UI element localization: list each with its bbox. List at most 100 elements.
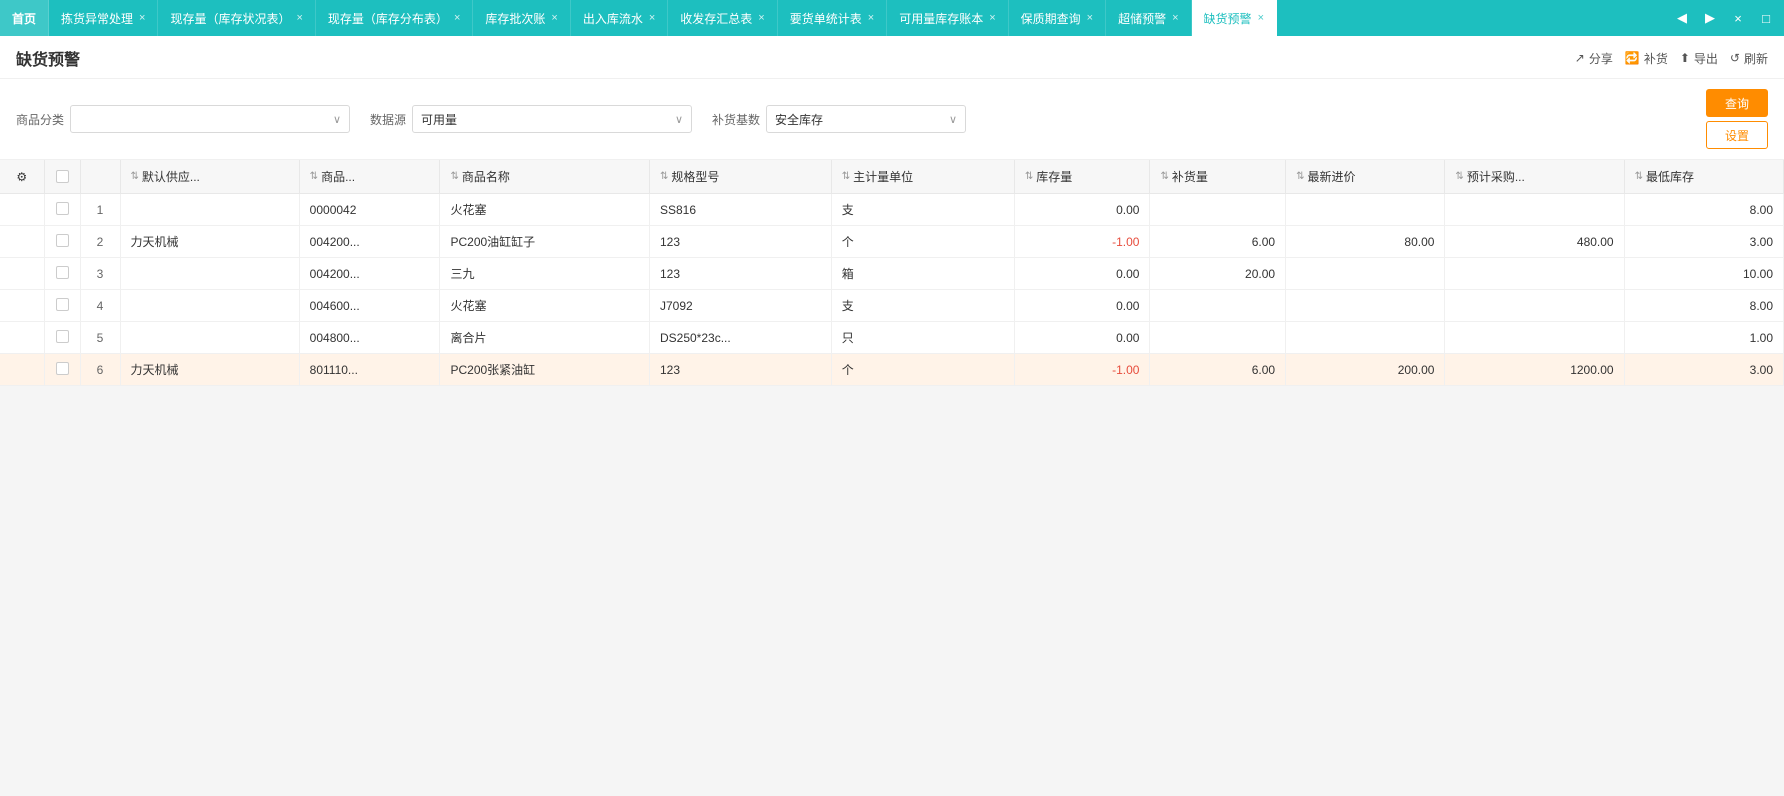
table-row[interactable]: 5 004800... 离合片 DS250*23c... 只 0.00 1.00 [0, 322, 1784, 354]
share-button[interactable]: ↗ 分享 [1575, 50, 1613, 67]
select-all-checkbox[interactable] [56, 170, 69, 183]
row-code: 004200... [299, 258, 440, 290]
row-checkbox[interactable] [56, 234, 69, 247]
row-checkbox-cell[interactable] [44, 194, 80, 226]
close-icon[interactable]: × [296, 12, 302, 24]
close-icon[interactable]: × [1087, 12, 1093, 24]
nav-label-overstock: 超储预警 [1118, 10, 1166, 27]
nav-maximize-button[interactable]: □ [1752, 4, 1780, 32]
export-button[interactable]: ⬆ 导出 [1680, 50, 1718, 67]
row-checkbox[interactable] [56, 330, 69, 343]
row-latest-price: 80.00 [1286, 226, 1445, 258]
datasource-select[interactable]: 可用量 ∨ [412, 105, 692, 133]
table-row[interactable]: 1 0000042 火花塞 SS816 支 0.00 8.00 [0, 194, 1784, 226]
close-icon[interactable]: × [758, 12, 764, 24]
row-replenish: 6.00 [1150, 354, 1286, 386]
row-checkbox[interactable] [56, 266, 69, 279]
nav-item-stock-dist[interactable]: 现存量（库存分布表） × [316, 0, 473, 36]
nav-item-expiry[interactable]: 保质期查询 × [1009, 0, 1106, 36]
close-icon[interactable]: × [989, 12, 995, 24]
replenish-select[interactable]: 安全库存 ∨ [766, 105, 966, 133]
table-row[interactable]: 4 004600... 火花塞 J7092 支 0.00 8.00 [0, 290, 1784, 322]
nav-item-order-stat[interactable]: 要货单统计表 × [778, 0, 887, 36]
close-icon[interactable]: × [551, 12, 557, 24]
close-icon[interactable]: × [1172, 12, 1178, 24]
col-header-code[interactable]: ⇅ 商品... [299, 160, 440, 194]
nav-item-shortage[interactable]: 缺货预警 × [1192, 0, 1277, 36]
nav-prev-button[interactable]: ◀ [1668, 4, 1696, 32]
row-gear-cell [0, 290, 44, 322]
chevron-down-icon: ∨ [675, 113, 683, 126]
row-unit: 支 [831, 194, 1014, 226]
table-row[interactable]: 6 力天机械 801110... PC200张紧油缸 123 个 -1.00 6… [0, 354, 1784, 386]
query-button[interactable]: 查询 [1706, 89, 1768, 117]
row-supplier [120, 322, 299, 354]
col-header-est-purchase[interactable]: ⇅ 预计采购... [1445, 160, 1624, 194]
replenish-button[interactable]: 🔁 补货 [1625, 50, 1668, 67]
nav-next-button[interactable]: ▶ [1696, 4, 1724, 32]
row-gear-cell [0, 258, 44, 290]
row-est-purchase [1445, 194, 1624, 226]
close-icon[interactable]: × [139, 12, 145, 24]
table-row[interactable]: 2 力天机械 004200... PC200油缸缸子 123 个 -1.00 6… [0, 226, 1784, 258]
row-name: PC200张紧油缸 [440, 354, 650, 386]
row-checkbox-cell[interactable] [44, 322, 80, 354]
row-est-purchase [1445, 258, 1624, 290]
close-icon[interactable]: × [454, 12, 460, 24]
col-header-unit[interactable]: ⇅ 主计量单位 [831, 160, 1014, 194]
replenish-icon: 🔁 [1625, 51, 1640, 65]
nav-item-stock-flow[interactable]: 出入库流水 × [571, 0, 668, 36]
sort-icon: ⇅ [842, 171, 850, 182]
sort-icon: ⇅ [131, 171, 139, 182]
col-header-latest-price[interactable]: ⇅ 最新进价 [1286, 160, 1445, 194]
filter-replenish-group: 补货基数 安全库存 ∨ [712, 105, 966, 133]
row-checkbox-cell[interactable] [44, 226, 80, 258]
close-icon[interactable]: × [1258, 12, 1264, 24]
nav-close-button[interactable]: × [1724, 4, 1752, 32]
nav-item-home[interactable]: 首页 [0, 0, 49, 36]
nav-item-stock-status[interactable]: 现存量（库存状况表） × [158, 0, 315, 36]
col-header-supplier[interactable]: ⇅ 默认供应... [120, 160, 299, 194]
row-replenish: 6.00 [1150, 226, 1286, 258]
nav-item-stock-batch[interactable]: 库存批次账 × [473, 0, 570, 36]
col-header-checkbox[interactable] [44, 160, 80, 194]
refresh-button[interactable]: ↺ 刷新 [1730, 50, 1768, 67]
row-checkbox-cell[interactable] [44, 258, 80, 290]
row-stock: 0.00 [1014, 194, 1150, 226]
nav-label-stock-flow: 出入库流水 [583, 10, 643, 27]
col-header-replenish[interactable]: ⇅ 补货量 [1150, 160, 1286, 194]
close-icon[interactable]: × [649, 12, 655, 24]
col-header-stock[interactable]: ⇅ 库存量 [1014, 160, 1150, 194]
nav-item-recv-send[interactable]: 收发存汇总表 × [668, 0, 777, 36]
row-checkbox-cell[interactable] [44, 290, 80, 322]
col-header-gear[interactable]: ⚙ [0, 160, 44, 194]
col-header-min-stock[interactable]: ⇅ 最低库存 [1624, 160, 1783, 194]
settings-button[interactable]: 设置 [1706, 121, 1768, 149]
nav-item-available[interactable]: 可用量库存账本 × [887, 0, 1008, 36]
close-icon[interactable]: × [868, 12, 874, 24]
row-latest-price [1286, 290, 1445, 322]
row-checkbox[interactable] [56, 202, 69, 215]
row-checkbox[interactable] [56, 362, 69, 375]
page-content: 缺货预警 ↗ 分享 🔁 补货 ⬆ 导出 ↺ 刷新 商品分类 [0, 36, 1784, 386]
nav-label-shortage: 缺货预警 [1204, 10, 1252, 27]
share-icon: ↗ [1575, 51, 1585, 65]
row-supplier [120, 290, 299, 322]
row-replenish [1150, 290, 1286, 322]
col-header-spec[interactable]: ⇅ 规格型号 [649, 160, 831, 194]
row-min-stock: 3.00 [1624, 354, 1783, 386]
row-checkbox-cell[interactable] [44, 354, 80, 386]
row-stock: -1.00 [1014, 226, 1150, 258]
row-latest-price [1286, 322, 1445, 354]
share-label: 分享 [1589, 50, 1613, 67]
nav-item-overstock[interactable]: 超储预警 × [1106, 0, 1191, 36]
nav-item-pick-error[interactable]: 拣货异常处理 × [49, 0, 158, 36]
row-unit: 支 [831, 290, 1014, 322]
sort-icon: ⇅ [450, 171, 458, 182]
col-header-name[interactable]: ⇅ 商品名称 [440, 160, 650, 194]
table-row[interactable]: 3 004200... 三九 123 箱 0.00 20.00 10.00 [0, 258, 1784, 290]
page-title: 缺货预警 [16, 46, 1575, 70]
row-stock: 0.00 [1014, 290, 1150, 322]
category-select[interactable]: ∨ [70, 105, 350, 133]
row-checkbox[interactable] [56, 298, 69, 311]
